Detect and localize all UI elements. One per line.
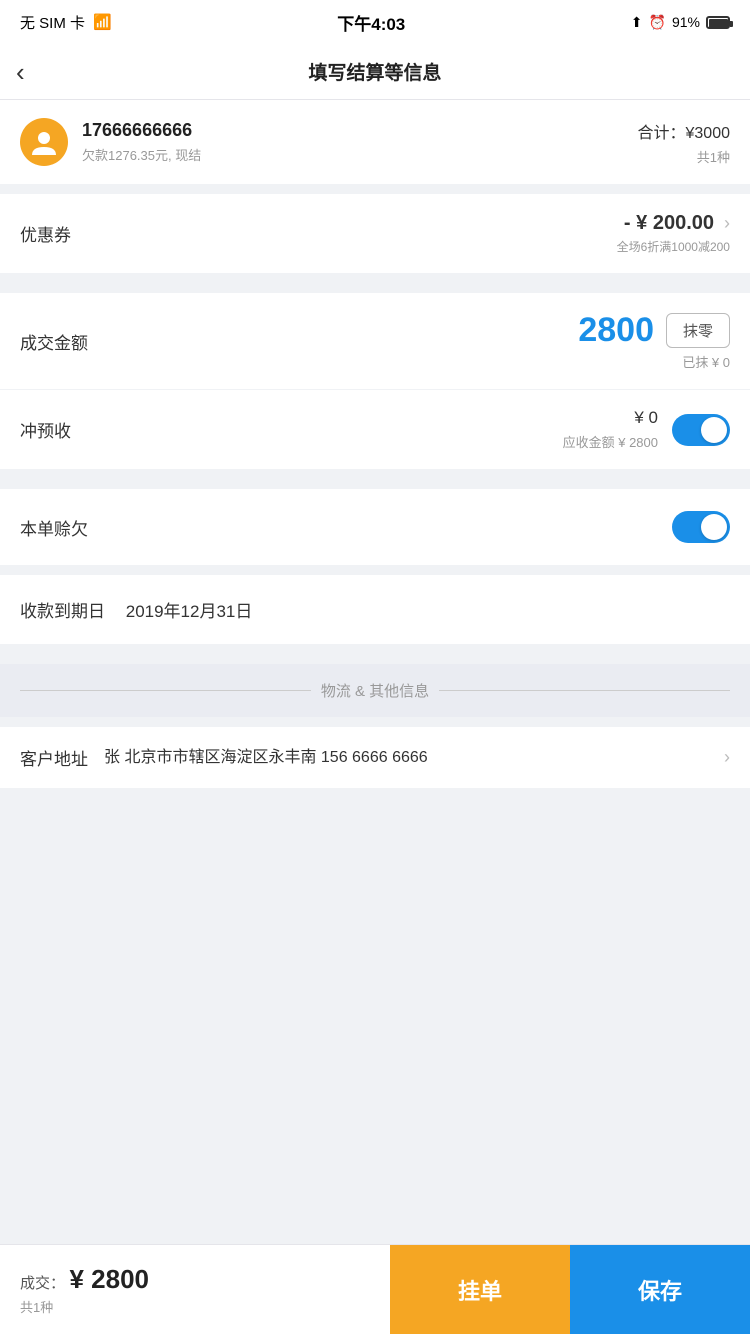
bottom-summary: 成交： ¥ 2800 共1种 [0, 1264, 390, 1316]
chong-amount: ¥ 0 [634, 408, 658, 428]
nav-bar: ‹ 填写结算等信息 [0, 44, 750, 100]
bottom-amount: ¥ 2800 [69, 1264, 149, 1294]
battery-icon [706, 16, 730, 29]
sim-label: 无 SIM 卡 [20, 12, 85, 33]
main-content: 17666666666 欠款1276.35元, 现结 合计：¥3000 共1种 … [0, 100, 750, 918]
chong-toggle[interactable] [672, 414, 730, 446]
bottom-label-wrap: 成交： ¥ 2800 [20, 1264, 370, 1295]
address-value: 张 北京市市辖区海淀区永丰南 156 6666 6666 [104, 746, 720, 770]
coupon-right-wrap: - ¥ 200.00 › 全场6折满1000减200 [617, 212, 730, 255]
back-button[interactable]: ‹ [16, 59, 25, 85]
bottom-label: 成交： [20, 1275, 65, 1292]
customer-count: 共1种 [638, 147, 731, 166]
debt-toggle[interactable] [672, 511, 730, 543]
deal-label: 成交金额 [20, 329, 88, 354]
due-date-value: 2019年12月31日 [126, 602, 253, 621]
deal-right: 2800 抹零 已抹 ¥ 0 [578, 311, 730, 371]
coupon-desc: 全场6折满1000减200 [617, 238, 730, 255]
bottom-count: 共1种 [20, 1297, 370, 1316]
customer-info: 17666666666 欠款1276.35元, 现结 [82, 120, 201, 164]
coupon-row[interactable]: 优惠券 - ¥ 200.00 › 全场6折满1000减200 [0, 194, 750, 273]
chevron-right-icon: › [724, 213, 730, 234]
chong-label: 冲预收 [20, 417, 71, 442]
battery-percent: 91% [672, 14, 700, 30]
debt-label: 本单赊欠 [20, 515, 88, 540]
chong-amount-wrap: ¥ 0 应收金额 ¥ 2800 [563, 408, 658, 451]
avatar [20, 118, 68, 166]
logistics-text: 物流 & 其他信息 [321, 680, 429, 701]
status-left: 无 SIM 卡 📶 [20, 12, 112, 33]
chong-right: ¥ 0 应收金额 ¥ 2800 [563, 408, 730, 451]
debt-row: 本单赊欠 [0, 489, 750, 565]
location-icon: ⬆ [631, 14, 643, 31]
chong-row: 冲预收 ¥ 0 应收金额 ¥ 2800 [0, 390, 750, 469]
bottom-spacer [0, 798, 750, 818]
round-zero-button[interactable]: 抹零 [666, 313, 730, 348]
section-gap-3 [0, 654, 750, 664]
deal-section: 成交金额 2800 抹零 已抹 ¥ 0 冲预收 ¥ 0 应收金额 ¥ 2800 [0, 293, 750, 469]
page-title: 填写结算等信息 [308, 58, 441, 85]
user-icon [29, 127, 59, 157]
logistics-line-left [20, 690, 311, 691]
status-bar: 无 SIM 卡 📶 下午4:03 ⬆ ⏰ 91% [0, 0, 750, 44]
alarm-icon: ⏰ [649, 14, 666, 31]
status-right: ⬆ ⏰ 91% [631, 14, 730, 31]
address-section: 客户地址 张 北京市市辖区海淀区永丰南 156 6666 6666 › [0, 727, 750, 788]
address-label: 客户地址 [20, 745, 88, 770]
customer-total: 合计：¥3000 [638, 119, 731, 143]
logistics-line-right [439, 690, 730, 691]
date-section: 收款到期日 2019年12月31日 [0, 575, 750, 644]
section-gap-2 [0, 479, 750, 489]
date-row: 收款到期日 2019年12月31日 [0, 575, 750, 644]
deal-row-right: 2800 抹零 [578, 311, 730, 350]
due-date-label: 收款到期日 [20, 602, 105, 621]
address-row[interactable]: 客户地址 张 北京市市辖区海淀区永丰南 156 6666 6666 › [0, 727, 750, 788]
customer-right: 合计：¥3000 共1种 [638, 119, 731, 166]
debt-section: 本单赊欠 [0, 489, 750, 565]
status-time: 下午4:03 [337, 10, 405, 35]
logistics-divider: 物流 & 其他信息 [0, 664, 750, 717]
customer-note: 欠款1276.35元, 现结 [82, 145, 201, 164]
save-button[interactable]: 保存 [570, 1245, 750, 1334]
section-gap-1 [0, 283, 750, 293]
customer-left: 17666666666 欠款1276.35元, 现结 [20, 118, 201, 166]
deal-sub: 已抹 ¥ 0 [682, 352, 730, 371]
bottom-bar: 成交： ¥ 2800 共1种 挂单 保存 [0, 1244, 750, 1334]
coupon-right: - ¥ 200.00 › [624, 212, 730, 235]
deal-row: 成交金额 2800 抹零 已抹 ¥ 0 [0, 293, 750, 390]
coupon-discount: - ¥ 200.00 [624, 212, 714, 235]
customer-card: 17666666666 欠款1276.35元, 现结 合计：¥3000 共1种 [0, 100, 750, 184]
hang-button[interactable]: 挂单 [390, 1245, 570, 1334]
customer-phone: 17666666666 [82, 120, 201, 141]
coupon-label: 优惠券 [20, 221, 71, 246]
chong-sub: 应收金额 ¥ 2800 [563, 432, 658, 451]
wifi-icon: 📶 [93, 13, 112, 31]
deal-amount: 2800 [578, 311, 654, 350]
address-chevron-icon: › [724, 747, 730, 768]
